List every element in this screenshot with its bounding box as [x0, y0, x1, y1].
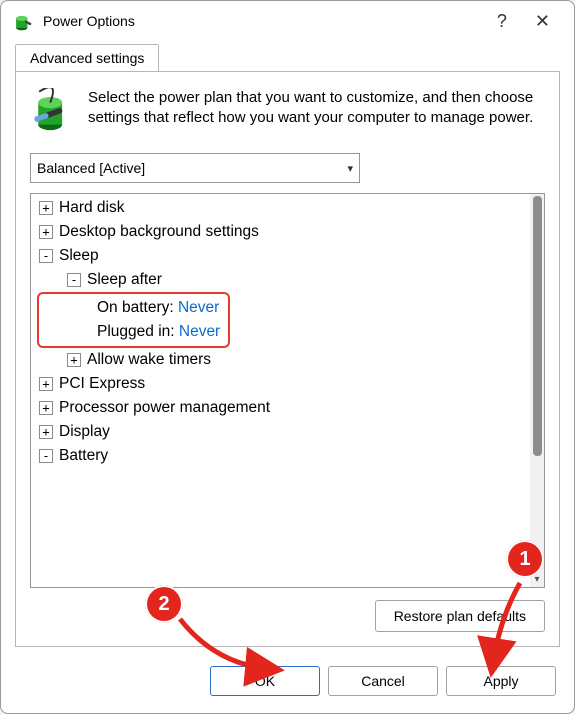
tree-item-allow-wake-timers[interactable]: +Allow wake timers: [35, 348, 526, 372]
tree-item-plugged-in[interactable]: Plugged in: Never: [97, 320, 220, 344]
window-title: Power Options: [43, 13, 497, 29]
power-plan-large-icon: [30, 88, 74, 135]
apply-button[interactable]: Apply: [446, 666, 556, 696]
dialog-footer: OK Cancel Apply: [1, 659, 574, 713]
collapse-icon[interactable]: -: [39, 449, 53, 463]
highlight-box: On battery: Never Plugged in: Never: [37, 292, 230, 348]
plan-dropdown[interactable]: Balanced [Active] ▾: [30, 153, 360, 183]
tree-item-on-battery[interactable]: On battery: Never: [97, 296, 220, 320]
tree-item-desktop-background[interactable]: +Desktop background settings: [35, 220, 526, 244]
expand-icon[interactable]: +: [67, 353, 81, 367]
collapse-icon[interactable]: -: [67, 273, 81, 287]
tree-item-processor-power-management[interactable]: +Processor power management: [35, 396, 526, 420]
tab-panel: Select the power plan that you want to c…: [15, 71, 560, 647]
plugged-in-value[interactable]: Never: [179, 323, 220, 340]
scrollbar-thumb[interactable]: [533, 196, 542, 456]
expand-icon[interactable]: +: [39, 425, 53, 439]
tree-item-pci-express[interactable]: +PCI Express: [35, 372, 526, 396]
expand-icon[interactable]: +: [39, 401, 53, 415]
tree-item-hard-disk[interactable]: +Hard disk: [35, 196, 526, 220]
tree-item-sleep-after[interactable]: -Sleep after: [35, 268, 526, 292]
settings-tree[interactable]: +Hard disk +Desktop background settings …: [31, 194, 530, 587]
tab-advanced-settings[interactable]: Advanced settings: [15, 44, 159, 71]
titlebar: Power Options ? ✕: [1, 1, 574, 41]
restore-defaults-button[interactable]: Restore plan defaults: [375, 600, 545, 632]
intro-text: Select the power plan that you want to c…: [88, 88, 545, 135]
on-battery-value[interactable]: Never: [178, 299, 219, 316]
tab-strip: Advanced settings: [1, 41, 574, 71]
power-options-window: Power Options ? ✕ Advanced settings Sele…: [0, 0, 575, 714]
tree-item-display[interactable]: +Display: [35, 420, 526, 444]
chevron-down-icon: ▾: [347, 162, 353, 175]
scrollbar[interactable]: ▾: [530, 194, 544, 587]
plan-dropdown-selected: Balanced [Active]: [37, 160, 145, 176]
settings-tree-container: +Hard disk +Desktop background settings …: [30, 193, 545, 588]
expand-icon[interactable]: +: [39, 201, 53, 215]
help-icon[interactable]: ?: [497, 11, 507, 32]
intro-section: Select the power plan that you want to c…: [30, 88, 545, 135]
tree-item-sleep[interactable]: -Sleep: [35, 244, 526, 268]
power-plan-icon: [13, 11, 33, 31]
cancel-button[interactable]: Cancel: [328, 666, 438, 696]
collapse-icon[interactable]: -: [39, 249, 53, 263]
tree-item-battery[interactable]: -Battery: [35, 444, 526, 468]
expand-icon[interactable]: +: [39, 377, 53, 391]
ok-button[interactable]: OK: [210, 666, 320, 696]
close-icon[interactable]: ✕: [535, 11, 550, 32]
expand-icon[interactable]: +: [39, 225, 53, 239]
scrollbar-down-button[interactable]: ▾: [530, 572, 544, 587]
